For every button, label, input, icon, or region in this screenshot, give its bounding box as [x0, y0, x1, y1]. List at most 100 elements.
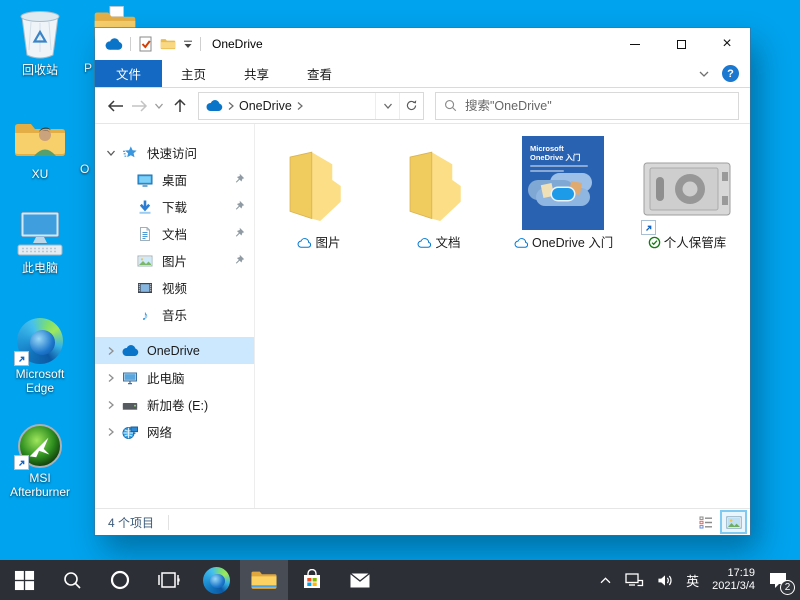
- microsoft-store-icon: [302, 569, 322, 591]
- qat-customize-button[interactable]: [183, 39, 193, 49]
- user-folder-icon: [2, 118, 78, 164]
- search-box[interactable]: [435, 92, 739, 120]
- sidebar-item-quick-access[interactable]: 快速访问: [95, 139, 254, 166]
- sidebar-item-onedrive[interactable]: OneDrive: [95, 337, 254, 364]
- this-pc-icon: [2, 210, 78, 258]
- back-button[interactable]: [103, 93, 127, 119]
- pin-icon[interactable]: [233, 200, 245, 212]
- pin-icon[interactable]: [233, 227, 245, 239]
- desktop-icon-recycle-bin[interactable]: 回收站: [2, 6, 78, 77]
- address-dropdown-button[interactable]: [375, 93, 399, 119]
- sidebar-item-label: OneDrive: [147, 344, 200, 358]
- quick-access-toolbar: [104, 36, 201, 52]
- downloads-icon: [135, 199, 155, 215]
- start-button[interactable]: [0, 560, 48, 600]
- sidebar-item-downloads[interactable]: 下载: [95, 193, 254, 220]
- taskbar-mail-button[interactable]: [336, 560, 384, 600]
- breadcrumb[interactable]: OneDrive: [199, 93, 375, 119]
- title-bar[interactable]: OneDrive ×: [95, 28, 750, 60]
- up-button[interactable]: [167, 93, 193, 119]
- chevron-collapsed-icon[interactable]: [101, 345, 120, 357]
- task-view-icon: [157, 570, 180, 590]
- shortcut-arrow-icon: [14, 351, 29, 366]
- tab-share[interactable]: 共享: [225, 60, 288, 87]
- tray-show-hidden-icons[interactable]: [593, 560, 618, 600]
- sidebar-item-label: 快速访问: [147, 143, 197, 162]
- cortana-button[interactable]: [96, 560, 144, 600]
- sidebar-item-label: 桌面: [162, 170, 187, 189]
- desktop-icon-xu-folder[interactable]: XU: [2, 118, 78, 181]
- pin-icon[interactable]: [233, 173, 245, 185]
- search-icon: [444, 99, 457, 112]
- file-item-documents[interactable]: 文档: [383, 136, 495, 252]
- action-center-button[interactable]: 2: [762, 560, 800, 600]
- quick-access-star-icon: [120, 145, 140, 161]
- details-view-button[interactable]: [692, 510, 719, 534]
- tab-file[interactable]: 文件: [95, 60, 162, 87]
- desktop-icon-label: MSI Afterburner: [2, 471, 78, 499]
- chevron-collapsed-icon[interactable]: [101, 426, 120, 438]
- taskbar-search-button[interactable]: [48, 560, 96, 600]
- address-bar[interactable]: OneDrive: [198, 92, 424, 120]
- pin-icon[interactable]: [233, 254, 245, 266]
- desktop-icon-label: XU: [2, 167, 78, 181]
- taskbar-edge-button[interactable]: [192, 560, 240, 600]
- desktop-icon-edge[interactable]: Microsoft Edge: [2, 318, 78, 395]
- tray-clock[interactable]: 17:19 2021/3/4: [705, 567, 762, 593]
- chevron-collapsed-icon[interactable]: [101, 372, 120, 384]
- chevron-expanded-icon[interactable]: [101, 147, 120, 159]
- sidebar-item-label: 新加卷 (E:): [147, 395, 208, 414]
- recent-locations-icon[interactable]: [151, 93, 167, 119]
- help-button[interactable]: ?: [722, 65, 739, 82]
- refresh-button[interactable]: [399, 93, 423, 119]
- crumb-chevron-icon[interactable]: [296, 101, 304, 111]
- sidebar-item-documents[interactable]: 文档: [95, 220, 254, 247]
- close-button[interactable]: ×: [704, 28, 750, 60]
- sidebar-item-network[interactable]: 网络: [95, 418, 254, 445]
- large-icons-view-button[interactable]: [720, 510, 747, 534]
- file-item-onedrive-guide[interactable]: Microsoft OneDrive 入门 OneDrive 入门: [507, 136, 619, 252]
- vault-icon: [643, 162, 731, 216]
- minimize-button[interactable]: [612, 28, 658, 60]
- qat-properties-button[interactable]: [138, 36, 153, 52]
- tray-language-indicator[interactable]: 英: [680, 560, 705, 600]
- file-item-pictures[interactable]: 图片: [263, 136, 375, 252]
- network-icon: [120, 424, 140, 440]
- windows-logo-icon: [14, 570, 35, 591]
- sidebar-item-new-volume-e[interactable]: 新加卷 (E:): [95, 391, 254, 418]
- notification-badge: 2: [780, 580, 795, 595]
- tab-view[interactable]: 查看: [288, 60, 351, 87]
- maximize-button[interactable]: [658, 28, 704, 60]
- task-view-button[interactable]: [144, 560, 192, 600]
- drive-icon: [120, 397, 140, 413]
- crumb-chevron-icon[interactable]: [227, 101, 235, 111]
- pdf-thumbnail: Microsoft OneDrive 入门: [522, 136, 604, 230]
- desktop-icon-this-pc[interactable]: 此电脑: [2, 210, 78, 275]
- ribbon-collapse-icon[interactable]: [698, 68, 710, 80]
- sidebar-item-label: 音乐: [162, 305, 187, 324]
- sidebar-item-desktop[interactable]: 桌面: [95, 166, 254, 193]
- chevron-collapsed-icon[interactable]: [101, 399, 120, 411]
- tab-home[interactable]: 主页: [162, 60, 225, 87]
- sidebar-item-pictures[interactable]: 图片: [95, 247, 254, 274]
- sidebar-item-videos[interactable]: 视频: [95, 274, 254, 301]
- forward-button[interactable]: [127, 93, 151, 119]
- file-explorer-icon: [250, 568, 278, 592]
- taskbar-file-explorer-button[interactable]: [240, 560, 288, 600]
- documents-icon: [135, 226, 155, 242]
- crumb-segment[interactable]: OneDrive: [239, 99, 292, 113]
- music-icon: ♪: [135, 308, 155, 322]
- desktop-icon-msi-afterburner[interactable]: MSI Afterburner: [2, 424, 78, 499]
- shortcut-arrow-icon: [641, 220, 656, 235]
- sidebar-item-music[interactable]: ♪ 音乐: [95, 301, 254, 328]
- taskbar-store-button[interactable]: [288, 560, 336, 600]
- desktop-icon-label: 回收站: [2, 63, 78, 77]
- cortana-icon: [109, 569, 131, 591]
- qat-new-folder-button[interactable]: [160, 37, 176, 51]
- search-input[interactable]: [465, 99, 730, 113]
- file-item-personal-vault[interactable]: 个人保管库: [631, 136, 743, 252]
- sidebar-item-this-pc[interactable]: 此电脑: [95, 364, 254, 391]
- tray-network-icon[interactable]: [618, 560, 650, 600]
- file-label: 图片: [263, 235, 375, 252]
- tray-volume-icon[interactable]: [650, 560, 680, 600]
